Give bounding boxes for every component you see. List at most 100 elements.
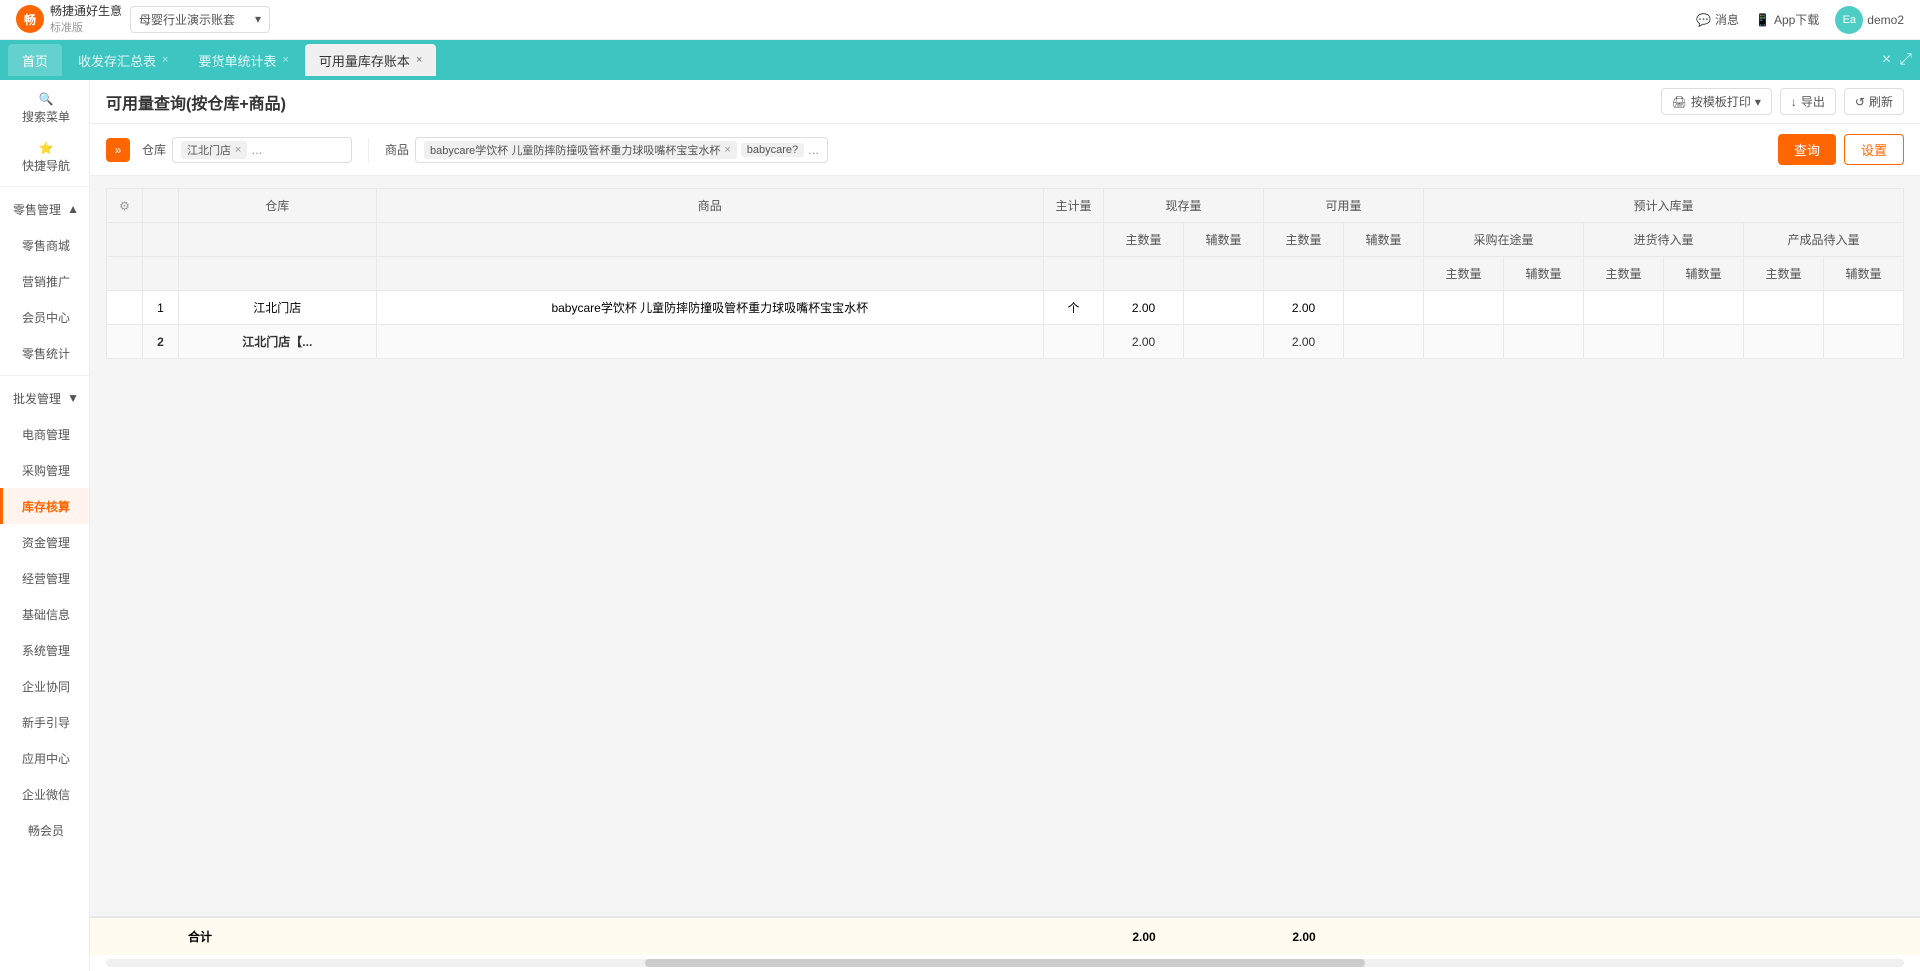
row2-avail-main: 2.00 — [1264, 325, 1344, 359]
sidebar-item-inventory[interactable]: 库存核算 — [0, 488, 89, 524]
row2-purchase-main — [1424, 325, 1504, 359]
warehouse-ellipsis[interactable]: ... — [251, 142, 262, 157]
sidebar-item-quicknav[interactable]: ⭐ 快捷导航 — [0, 133, 89, 182]
sidebar-item-purchase[interactable]: 采购管理 — [0, 452, 89, 488]
col-settings-icon[interactable]: ⚙ — [119, 199, 130, 213]
summary-table: 合计 2.00 2.00 — [106, 924, 1904, 949]
mobile-icon: 📱 — [1755, 13, 1770, 27]
sidebar-item-marketing[interactable]: 营销推广 — [0, 263, 89, 299]
logo-area: 畅 畅捷通好生意 标准版 — [16, 4, 122, 34]
retail-mgmt-arrow: ▲ — [67, 202, 79, 216]
export-btn[interactable]: ↓ 导出 — [1780, 88, 1836, 115]
row1-stock-aux — [1184, 291, 1264, 325]
col-planned-header: 预计入库量 — [1424, 189, 1904, 223]
warehouse-tag-close[interactable]: × — [235, 144, 241, 156]
finance-label: 资金管理 — [22, 534, 70, 551]
sidebar-item-retail-mgmt[interactable]: 零售管理 ▲ — [0, 191, 89, 227]
search-icon: 🔍 — [39, 92, 54, 106]
row2-no: 2 — [143, 325, 179, 359]
sidebar-item-retail-stats[interactable]: 零售统计 — [0, 335, 89, 371]
wholesale-mgmt-label: 批发管理 — [13, 390, 61, 407]
product-tag-2: babycare? — [741, 143, 804, 157]
summary-label: 合计 — [178, 924, 395, 949]
product-tag-2-text: babycare? — [747, 144, 798, 156]
product-ellipsis[interactable]: ... — [808, 142, 819, 157]
refresh-icon: ↺ — [1855, 95, 1865, 109]
tab-order-stats[interactable]: 要货单统计表 × — [184, 44, 302, 76]
tab-receivables-close[interactable]: × — [162, 54, 168, 66]
app-download-btn[interactable]: 📱 App下载 — [1755, 11, 1819, 28]
col-empty-5 — [1044, 257, 1104, 291]
nav-tab-actions: × ⤢ — [1882, 51, 1912, 69]
member2-label: 畅会员 — [28, 822, 64, 839]
col-purchase-onway-header: 采购在途量 — [1424, 223, 1584, 257]
row1-incoming-aux — [1664, 291, 1744, 325]
row2-product-main — [1744, 325, 1824, 359]
export-label: 导出 — [1801, 93, 1825, 110]
sidebar-item-operation[interactable]: 经营管理 — [0, 560, 89, 596]
row1-avail-main: 2.00 — [1264, 291, 1344, 325]
retail-mgmt-label: 零售管理 — [13, 201, 61, 218]
sidebar-item-wholesale-mgmt[interactable]: 批发管理 ▼ — [0, 380, 89, 416]
col-unit-header: 主计量 — [1044, 189, 1104, 223]
sidebar-item-search[interactable]: 🔍 搜索菜单 — [0, 84, 89, 133]
table-area: ⚙ 仓库 商品 主计量 现存量 可用量 预计入库量 — [90, 176, 1920, 916]
product-tag-1: babycare学饮杯 儿童防摔防撞吸管杯重力球吸嘴杯宝宝水杯 × — [424, 141, 737, 159]
refresh-btn[interactable]: ↺ 刷新 — [1844, 88, 1904, 115]
template-print-btn[interactable]: 🖨 按模板打印 ▾ — [1661, 88, 1772, 115]
row1-avail-aux — [1344, 291, 1424, 325]
tab-inventory-label: 可用量库存账本 — [319, 51, 410, 70]
sidebar-item-basic-info[interactable]: 基础信息 — [0, 596, 89, 632]
query-btn[interactable]: 查询 — [1778, 134, 1836, 165]
sidebar-item-new-guide[interactable]: 新手引导 — [0, 704, 89, 740]
product-filter-tags[interactable]: babycare学饮杯 儿童防摔防撞吸管杯重力球吸嘴杯宝宝水杯 × babyca… — [415, 137, 828, 163]
sidebar-item-finance[interactable]: 资金管理 — [0, 524, 89, 560]
col-empty-1 — [107, 257, 143, 291]
sidebar-item-member2[interactable]: 畅会员 — [0, 812, 89, 848]
system-label: 系统管理 — [22, 642, 70, 659]
minimize-btn[interactable]: × — [1882, 51, 1891, 69]
col-avail-aux-header: 辅数量 — [1344, 223, 1424, 257]
tab-receivables[interactable]: 收发存汇总表 × — [64, 44, 182, 76]
user-info[interactable]: Ea demo2 — [1835, 6, 1904, 34]
sidebar-item-member[interactable]: 会员中心 — [0, 299, 89, 335]
settings-btn[interactable]: 设置 — [1844, 134, 1904, 165]
col-settings-sub — [107, 223, 143, 257]
dropdown-icon: ▾ — [255, 12, 261, 26]
sidebar-item-system[interactable]: 系统管理 — [0, 632, 89, 668]
logo-text: 畅捷通好生意 — [50, 4, 122, 18]
product-tag-1-close[interactable]: × — [724, 144, 730, 156]
col-empty-4 — [376, 257, 1043, 291]
retail-store-label: 零售商城 — [22, 237, 70, 254]
col-product-wait-header: 产成品待入量 — [1744, 223, 1904, 257]
warehouse-filter-tags[interactable]: 江北门店 × ... — [172, 137, 352, 163]
tab-home[interactable]: 首页 — [8, 44, 62, 76]
sidebar-item-ecommerce[interactable]: 电商管理 — [0, 416, 89, 452]
row2-settings — [107, 325, 143, 359]
col-available-header: 可用量 — [1264, 189, 1424, 223]
col-warehouse-header: 仓库 — [179, 189, 377, 223]
ecommerce-label: 电商管理 — [22, 426, 70, 443]
enterprise-label: 企业协同 — [22, 678, 70, 695]
col-no-header — [143, 189, 179, 223]
tab-inventory-close[interactable]: × — [416, 54, 422, 66]
maximize-btn[interactable]: ⤢ — [1899, 51, 1912, 69]
row2-avail-aux — [1344, 325, 1424, 359]
product-filter-label: 商品 — [385, 141, 409, 158]
col-product-aux-header: 辅数量 — [1824, 257, 1904, 291]
nav-tabs: 首页 收发存汇总表 × 要货单统计表 × 可用量库存账本 × × ⤢ — [0, 40, 1920, 80]
sidebar-item-corp-wechat[interactable]: 企业微信 — [0, 776, 89, 812]
col-empty-2 — [143, 257, 179, 291]
retail-stats-label: 零售统计 — [22, 345, 70, 362]
tab-inventory[interactable]: 可用量库存账本 × — [305, 44, 436, 76]
col-product-header: 商品 — [376, 189, 1043, 223]
col-warehouse-sub — [179, 223, 377, 257]
sidebar-item-enterprise[interactable]: 企业协同 — [0, 668, 89, 704]
message-btn[interactable]: 💬 消息 — [1696, 11, 1739, 28]
industry-selector[interactable]: 母婴行业演示账套 ▾ — [130, 6, 270, 33]
sidebar-item-retail-store[interactable]: 零售商城 — [0, 227, 89, 263]
filter-expand-btn[interactable]: » — [106, 138, 130, 162]
sidebar-item-app-center[interactable]: 应用中心 — [0, 740, 89, 776]
tab-order-stats-close[interactable]: × — [282, 54, 288, 66]
horizontal-scrollbar[interactable] — [106, 959, 1904, 967]
